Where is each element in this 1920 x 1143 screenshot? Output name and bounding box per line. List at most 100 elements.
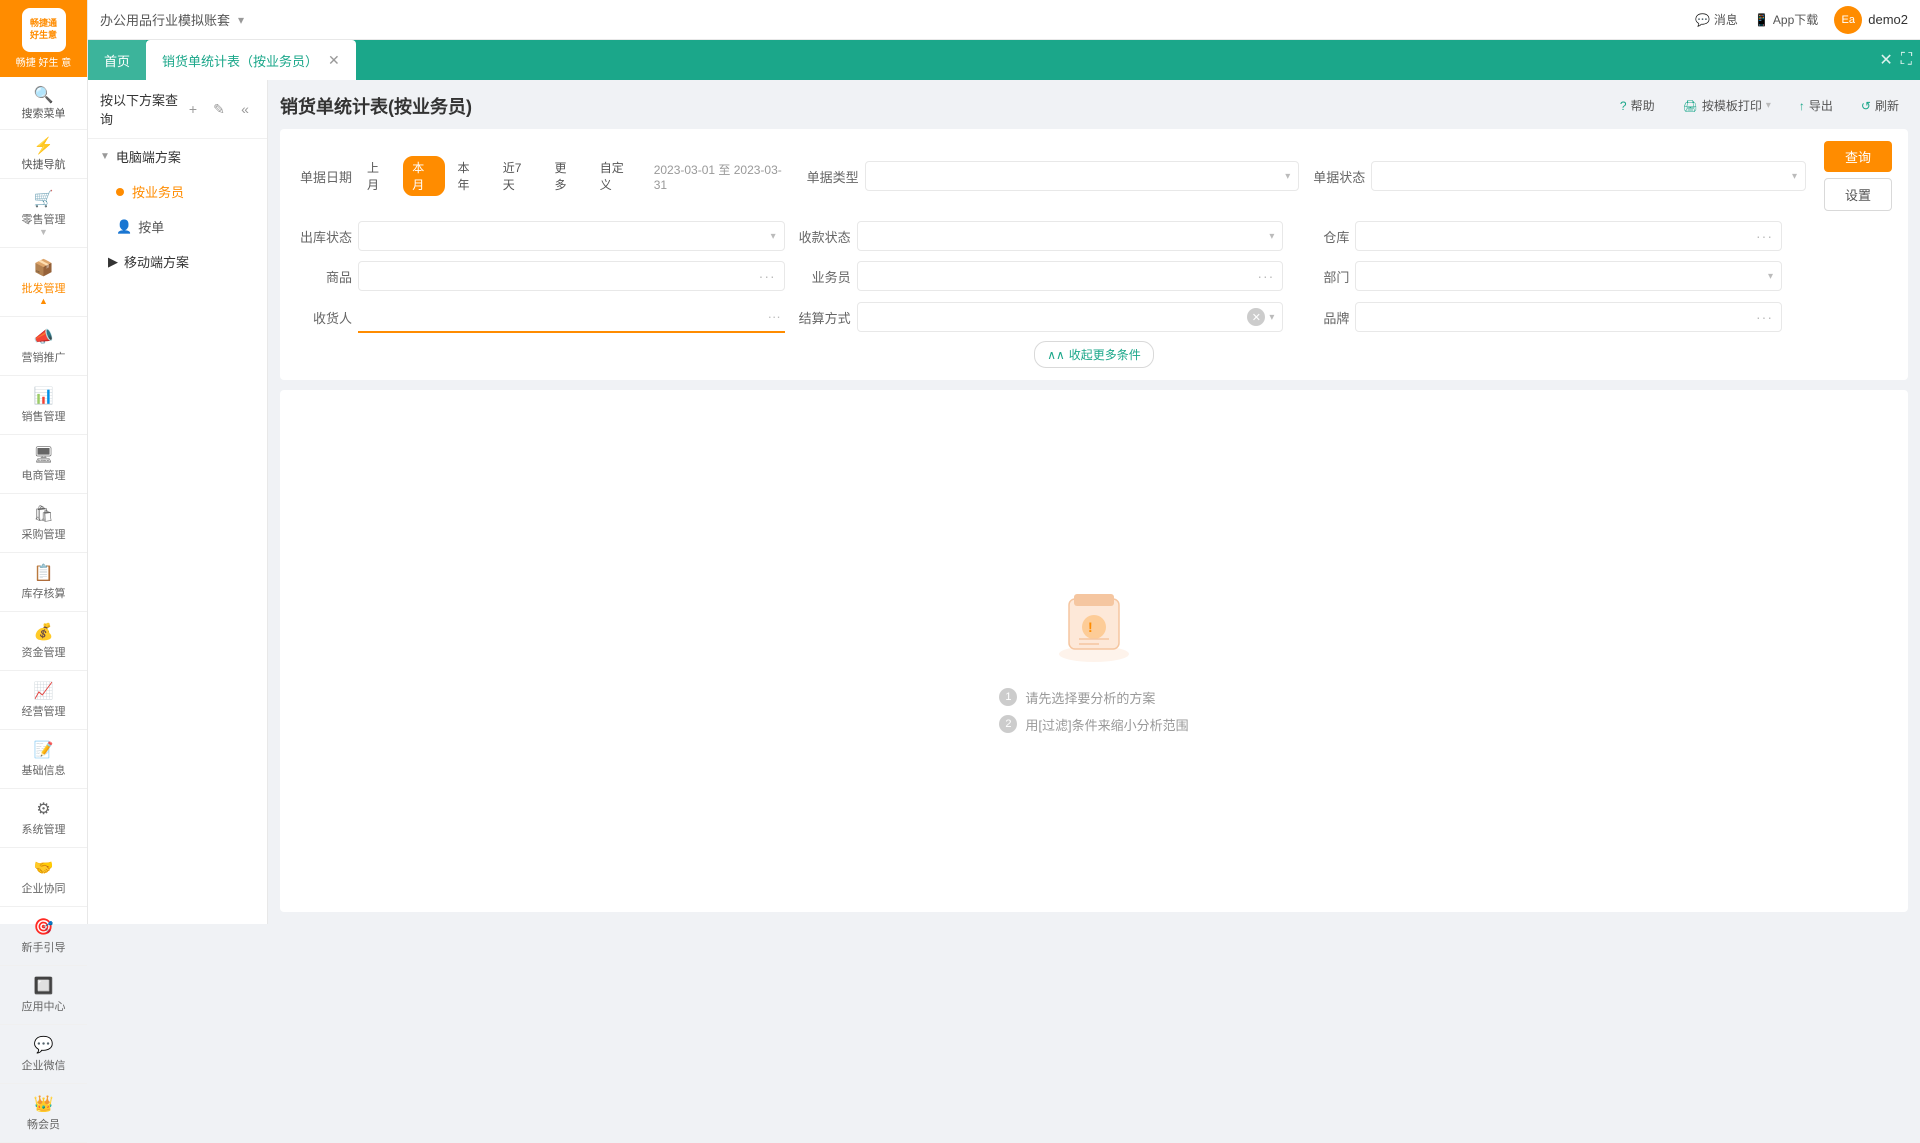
sidebar-item-retail[interactable]: 🛒 零售管理 ▼ [0,179,87,248]
sidebar-item-system[interactable]: ⚙ 系统管理 [0,789,87,848]
scheme-by-salesperson[interactable]: 按业务员 [88,174,267,209]
step-2-text: 用[过滤]条件来缩小分析范围 [1025,715,1188,734]
doc-type-select[interactable]: ▾ [865,161,1300,191]
sidebar-item-quicknav[interactable]: ⚡ 快捷导航 [0,130,87,179]
appstore-label: 应用中心 [22,998,66,1014]
salesperson-select[interactable]: ··· [857,261,1284,291]
filter-panel: 单据日期 上月 本月 本年 近7天 更多 自定义 2023-03-01 至 20… [280,129,1908,380]
sidebar-item-operations[interactable]: 📈 经营管理 [0,671,87,730]
sidebar-item-sales[interactable]: 📊 销售管理 [0,376,87,435]
desktop-section: ▼ 电脑端方案 按业务员 👤 按单 [88,139,267,244]
out-status-select[interactable]: ▾ [358,221,785,251]
sidebar-item-marketing[interactable]: 📣 营销推广 [0,317,87,376]
finance-label: 资金管理 [22,644,66,660]
product-label: 商品 [296,267,352,286]
tab-home[interactable]: 首页 [88,40,146,80]
operations-label: 经营管理 [22,703,66,719]
sidebar-item-search[interactable]: 🔍 搜索菜单 [0,77,87,130]
collab-label: 企业协同 [22,880,66,896]
refresh-btn[interactable]: ↺ 刷新 [1852,92,1908,119]
wechat-work-icon: 💬 [34,1035,54,1055]
query-buttons: 查询 设置 [1824,141,1892,211]
sidebar-item-collab[interactable]: 🤝 企业协同 [0,848,87,907]
wholesale-icon: 📦 [34,258,54,278]
msg-label: 消息 [1714,11,1738,28]
sidebar-item-inventory[interactable]: 📋 库存核算 [0,553,87,612]
tab-home-label: 首页 [104,51,130,70]
sidebar-item-ecommerce[interactable]: 🖥 电商管理 [0,435,87,494]
tabbar-maximize-btn[interactable]: ⛶ [1901,51,1912,69]
sales-label: 销售管理 [22,408,66,424]
date-range-text: 2023-03-01 至 2023-03-31 [654,161,793,192]
help-btn[interactable]: ? 帮助 [1611,92,1664,119]
collapse-button[interactable]: ∧∧ 收起更多条件 [1034,341,1154,368]
topbar-user-btn[interactable]: Ea demo2 [1834,6,1908,34]
scheme-by-order[interactable]: 👤 按单 [88,209,267,244]
basic-info-label: 基础信息 [22,762,66,778]
scheme-salesperson-label: 按业务员 [132,182,184,201]
print-dropdown-icon: ▾ [1766,100,1771,111]
edit-scheme-icon[interactable]: ✎ [209,99,229,119]
date-7days[interactable]: 近7天 [494,156,542,196]
add-scheme-icon[interactable]: + [183,99,203,119]
sidebar-item-appstore[interactable]: 🔲 应用中心 [0,966,87,1025]
sidebar-logo[interactable]: 畅捷通好生意 畅捷 好生 意 [0,0,87,77]
sidebar-item-finance[interactable]: 💰 资金管理 [0,612,87,671]
wholesale-label: 批发管理 [22,280,66,296]
tab-sales-stats[interactable]: 销货单统计表（按业务员） ✕ [146,40,356,80]
receipt-status-label: 收款状态 [795,227,851,246]
collapse-panel-icon[interactable]: « [235,99,255,119]
doc-status-arrow-icon: ▾ [1792,171,1797,182]
sidebar-item-wholesale[interactable]: 📦 批发管理 ▲ [0,248,87,317]
tab-close-icon[interactable]: ✕ [328,52,340,69]
salesperson-label: 业务员 [795,267,851,286]
warehouse-select[interactable]: ··· [1355,221,1782,251]
department-arrow-icon: ▾ [1768,271,1773,282]
print-btn[interactable]: 🖨 按模板打印 ▾ [1674,92,1780,119]
basic-info-icon: 📝 [34,740,54,760]
tabbar: 首页 销货单统计表（按业务员） ✕ ✕ ⛶ [88,40,1920,80]
sidebar-item-newbie[interactable]: 🎯 新手引导 [0,907,87,966]
active-dot-icon [116,188,124,196]
date-this-year[interactable]: 本年 [449,156,490,196]
newbie-icon: 🎯 [34,917,54,937]
receipt-status-select[interactable]: ▾ [857,221,1284,251]
doc-status-select[interactable]: ▾ [1371,161,1806,191]
tabbar-close-btn[interactable]: ✕ [1879,50,1892,70]
content-area: 按以下方案查询 + ✎ « ▼ 电脑端方案 按业务员 👤 按单 [88,80,1920,924]
export-btn[interactable]: ↑ 导出 [1790,92,1842,119]
doc-status-label: 单据状态 [1309,167,1365,186]
receiver-more-icon: ··· [768,309,781,324]
receiver-label: 收货人 [296,308,352,327]
sidebar-item-purchase[interactable]: 🛍 采购管理 [0,494,87,553]
retail-icon: 🛒 [34,189,54,209]
query-button[interactable]: 查询 [1824,141,1892,172]
date-custom[interactable]: 自定义 [591,156,644,196]
receiver-input[interactable] [358,301,768,331]
inventory-icon: 📋 [34,563,54,583]
empty-steps: 1 请先选择要分析的方案 2 用[过滤]条件来缩小分析范围 [999,688,1188,734]
product-select[interactable]: ··· [358,261,785,291]
topbar-dropdown-icon[interactable]: ▾ [238,13,244,27]
sidebar-item-wechat-work[interactable]: 💬 企业微信 [0,1025,87,1084]
settings-button[interactable]: 设置 [1824,178,1892,211]
desktop-section-label: 电脑端方案 [116,147,181,166]
out-status-label: 出库状态 [296,227,352,246]
topbar-app-btn[interactable]: 📱 App下载 [1754,11,1818,28]
sidebar-item-basic-info[interactable]: 📝 基础信息 [0,730,87,789]
settlement-select[interactable]: ✕ ▾ [857,302,1284,332]
settlement-clear-icon[interactable]: ✕ [1247,308,1265,326]
topbar-msg-btn[interactable]: 💬 消息 [1695,11,1738,28]
department-select[interactable]: ▾ [1355,261,1782,291]
date-more[interactable]: 更多 [546,156,587,196]
desktop-arrow-icon: ▼ [100,151,110,162]
out-status-arrow-icon: ▾ [771,231,776,242]
date-last-month[interactable]: 上月 [358,156,399,196]
mobile-section-header[interactable]: ▶ 移动端方案 [88,244,267,279]
member-label: 畅会员 [27,1116,60,1132]
date-this-month[interactable]: 本月 [403,156,444,196]
print-label: 按模板打印 [1702,97,1762,114]
brand-select[interactable]: ··· [1355,302,1782,332]
desktop-section-header[interactable]: ▼ 电脑端方案 [88,139,267,174]
sidebar-item-member[interactable]: 👑 畅会员 [0,1084,87,1143]
